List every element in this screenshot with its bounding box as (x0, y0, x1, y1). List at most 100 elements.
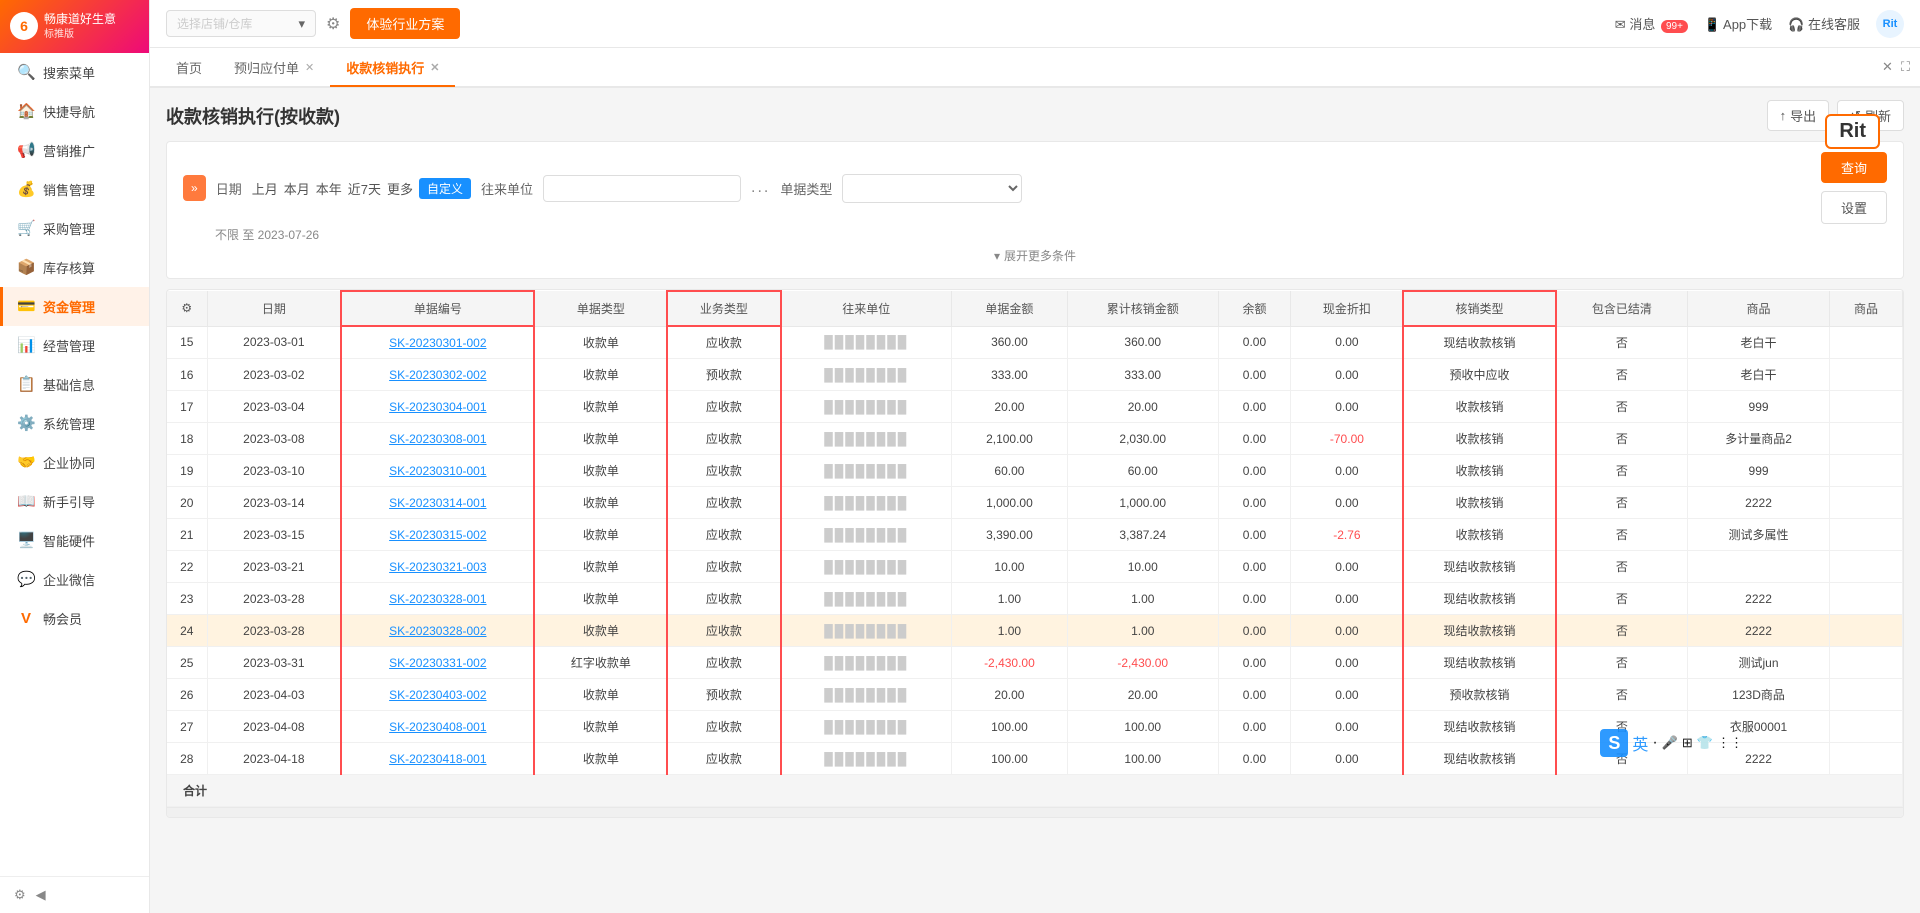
cell-voucher-no[interactable]: SK-20230331-002 (341, 647, 534, 679)
query-button[interactable]: 查询 (1821, 152, 1887, 183)
sidebar-item-search[interactable]: 🔍 搜索菜单 (0, 53, 149, 92)
cell-goods2 (1830, 519, 1903, 551)
tab-prepay[interactable]: 预归应付单 ✕ (218, 50, 330, 87)
more-filters-icon[interactable]: ... (751, 179, 770, 197)
table-row: 252023-03-31SK-20230331-002红字收款单应收款█████… (167, 647, 1903, 679)
cell-partner: ████████ (781, 647, 952, 679)
date-option-this-month[interactable]: 本月 (284, 179, 310, 198)
sidebar-item-enterprise[interactable]: 🤝 企业协同 (0, 443, 149, 482)
cell-amount: -2,430.00 (951, 647, 1067, 679)
sidebar-item-marketing[interactable]: 📢 营销推广 (0, 131, 149, 170)
tab-close-all-icon[interactable]: ✕ (1882, 59, 1893, 75)
cell-voucher-no[interactable]: SK-20230328-001 (341, 583, 534, 615)
cell-verify-type: 收款核销 (1403, 519, 1555, 551)
message-link[interactable]: ✉ 消息 99+ (1615, 14, 1688, 33)
cell-discount: 0.00 (1291, 679, 1404, 711)
date-option-7days[interactable]: 近7天 (348, 179, 381, 198)
app-download-link[interactable]: 📱 App下载 (1704, 14, 1772, 33)
tab-collection[interactable]: 收款核销执行 ✕ (330, 50, 455, 87)
cell-num: 24 (167, 615, 207, 647)
settings-bottom-icon[interactable]: ⚙ (14, 887, 26, 903)
cell-voucher-no[interactable]: SK-20230321-003 (341, 551, 534, 583)
sidebar-item-member[interactable]: V 畅会员 (0, 599, 149, 638)
cell-goods2 (1830, 583, 1903, 615)
sidebar-item-system[interactable]: ⚙️ 系统管理 (0, 404, 149, 443)
cell-voucher-no[interactable]: SK-20230408-001 (341, 711, 534, 743)
online-service-link[interactable]: 🎧 在线客服 (1788, 14, 1860, 33)
expand-conditions-button[interactable]: ▾ 展开更多条件 (183, 243, 1887, 268)
sidebar-item-finance[interactable]: 💳 资金管理 (0, 287, 149, 326)
tab-home[interactable]: 首页 (160, 50, 218, 87)
hardware-icon: 🖥️ (17, 531, 35, 549)
cell-amount: 2,100.00 (951, 423, 1067, 455)
sidebar-item-hardware[interactable]: 🖥️ 智能硬件 (0, 521, 149, 560)
cell-voucher-no[interactable]: SK-20230315-002 (341, 519, 534, 551)
date-option-more[interactable]: 更多 (387, 179, 413, 198)
cell-voucher-no[interactable]: SK-20230301-002 (341, 326, 534, 359)
sidebar-item-purchase[interactable]: 🛒 采购管理 (0, 209, 149, 248)
table-row: 182023-03-08SK-20230308-001收款单应收款███████… (167, 423, 1903, 455)
tab-expand-icon[interactable]: ⛶ (1901, 59, 1910, 75)
table-footer-row: 合计 (167, 775, 1903, 807)
watermark-apps-icon: ⋮⋮ (1717, 735, 1743, 751)
sidebar-item-inventory[interactable]: 📦 库存核算 (0, 248, 149, 287)
cell-voucher-type: 收款单 (534, 391, 667, 423)
cell-date: 2023-03-15 (207, 519, 341, 551)
table-footer: 合计 (167, 775, 1903, 807)
store-selector[interactable]: 选择店铺/仓库 ▾ (166, 10, 316, 37)
th-goods: 商品 (1688, 291, 1830, 326)
cell-voucher-no[interactable]: SK-20230310-001 (341, 455, 534, 487)
cell-date: 2023-03-02 (207, 359, 341, 391)
inventory-icon: 📦 (17, 258, 35, 276)
export-button[interactable]: ↑ 导出 (1767, 100, 1830, 131)
cell-goods2 (1830, 455, 1903, 487)
cell-voucher-type: 收款单 (534, 583, 667, 615)
headset-icon: 🎧 (1788, 17, 1804, 32)
th-date: 日期 (207, 291, 341, 326)
partner-input[interactable] (543, 175, 741, 202)
cell-voucher-no[interactable]: SK-20230314-001 (341, 487, 534, 519)
tab-prepay-close-icon[interactable]: ✕ (305, 61, 314, 74)
cell-voucher-no[interactable]: SK-20230418-001 (341, 743, 534, 775)
settings-gear-icon[interactable]: ⚙ (326, 14, 340, 34)
th-voucher-type: 单据类型 (534, 291, 667, 326)
cell-voucher-no[interactable]: SK-20230328-002 (341, 615, 534, 647)
settings-button[interactable]: 设置 (1821, 191, 1887, 224)
date-option-last-month[interactable]: 上月 (252, 179, 278, 198)
cell-verified: 60.00 (1067, 455, 1218, 487)
sidebar-item-guide[interactable]: 📖 新手引导 (0, 482, 149, 521)
cell-voucher-no[interactable]: SK-20230403-002 (341, 679, 534, 711)
cell-voucher-no[interactable]: SK-20230304-001 (341, 391, 534, 423)
cell-discount: 0.00 (1291, 711, 1404, 743)
cell-goods2 (1830, 551, 1903, 583)
tab-collection-close-icon[interactable]: ✕ (430, 61, 439, 74)
collapse-icon[interactable]: ◀ (36, 887, 46, 903)
date-range-display: 不限 至 2023-07-26 (215, 226, 319, 243)
cell-include-settled: 否 (1556, 679, 1688, 711)
filter-collapse-button[interactable]: » (183, 175, 206, 201)
user-avatar[interactable]: Rit (1876, 10, 1904, 38)
cell-num: 27 (167, 711, 207, 743)
cell-verified: 10.00 (1067, 551, 1218, 583)
industry-solution-button[interactable]: 体验行业方案 (350, 8, 460, 39)
finance-icon: 💳 (17, 297, 35, 315)
table-row: 212023-03-15SK-20230315-002收款单应收款███████… (167, 519, 1903, 551)
cell-verify-type: 现结收款核销 (1403, 615, 1555, 647)
sidebar-item-base[interactable]: 📋 基础信息 (0, 365, 149, 404)
sidebar-item-wechat[interactable]: 💬 企业微信 (0, 560, 149, 599)
sidebar-item-sales[interactable]: 💰 销售管理 (0, 170, 149, 209)
cell-goods2 (1830, 743, 1903, 775)
th-verify-type: 核销类型 (1403, 291, 1555, 326)
cell-voucher-no[interactable]: SK-20230308-001 (341, 423, 534, 455)
horizontal-scrollbar[interactable] (167, 807, 1903, 817)
cell-voucher-no[interactable]: SK-20230302-002 (341, 359, 534, 391)
voucher-type-select[interactable] (842, 174, 1022, 203)
custom-date-button[interactable]: 自定义 (419, 178, 471, 199)
cell-goods: 999 (1688, 391, 1830, 423)
date-option-this-year[interactable]: 本年 (316, 179, 342, 198)
cell-include-settled: 否 (1556, 423, 1688, 455)
cell-goods2 (1830, 391, 1903, 423)
cell-biz-type: 应收款 (667, 423, 780, 455)
sidebar-item-operations[interactable]: 📊 经营管理 (0, 326, 149, 365)
sidebar-item-quick[interactable]: 🏠 快捷导航 (0, 92, 149, 131)
